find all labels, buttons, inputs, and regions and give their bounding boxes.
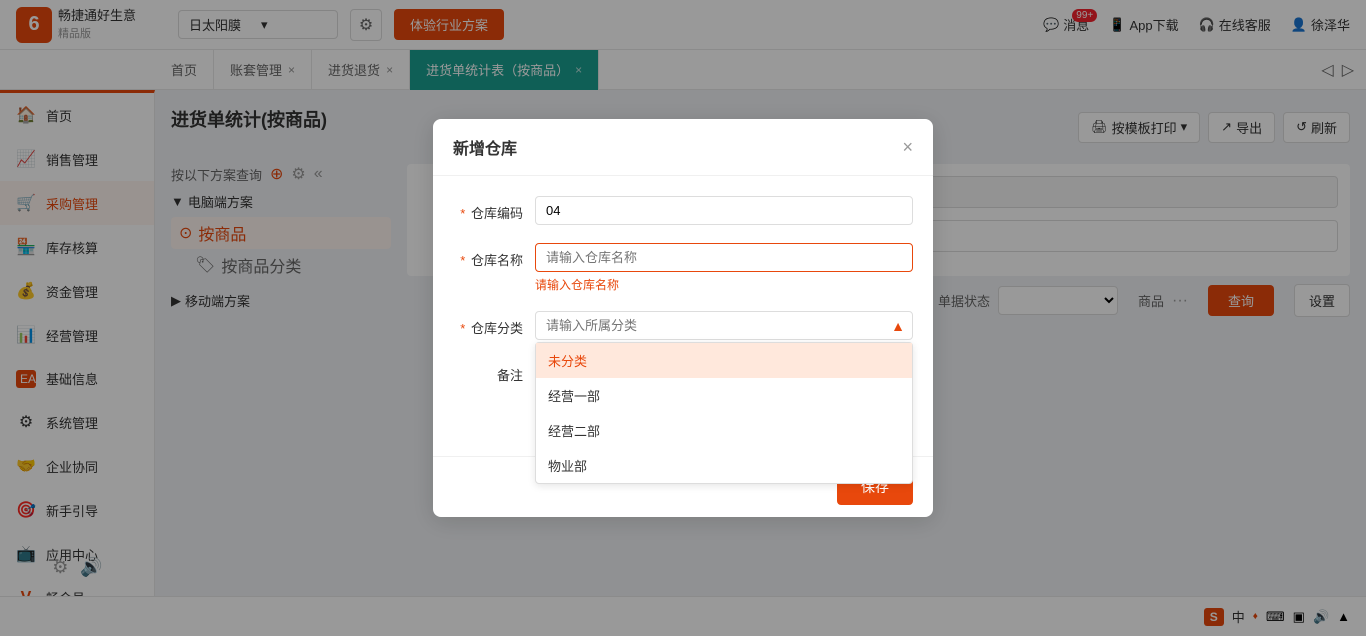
dropdown-item-uncategorized[interactable]: 未分类 bbox=[536, 343, 912, 378]
note-label: 备注 bbox=[453, 358, 523, 384]
category-dropdown-wrapper: ▲ 未分类 经营一部 经营二部 物业部 bbox=[535, 311, 913, 340]
code-label: * 仓库编码 bbox=[453, 196, 523, 222]
name-input[interactable] bbox=[535, 243, 913, 272]
modal-header: 新增仓库 × bbox=[433, 119, 933, 176]
modal-overlay: 新增仓库 × * 仓库编码 * 仓库名称 请输入仓库名称 bbox=[0, 0, 1366, 636]
dropdown-item-dept1[interactable]: 经营一部 bbox=[536, 378, 912, 413]
modal-body: * 仓库编码 * 仓库名称 请输入仓库名称 * bbox=[433, 176, 933, 456]
category-dropdown-list: 未分类 经营一部 经营二部 物业部 bbox=[535, 342, 913, 484]
warehouse-name-field: * 仓库名称 请输入仓库名称 bbox=[453, 243, 913, 293]
modal-close-button[interactable]: × bbox=[902, 137, 913, 158]
dropdown-item-dept3[interactable]: 物业部 bbox=[536, 448, 912, 483]
code-input[interactable] bbox=[535, 196, 913, 225]
name-error-msg: 请输入仓库名称 bbox=[535, 276, 913, 293]
warehouse-code-field: * 仓库编码 bbox=[453, 196, 913, 225]
name-label: * 仓库名称 bbox=[453, 243, 523, 269]
modal-title: 新增仓库 bbox=[453, 135, 517, 159]
warehouse-category-field: * 仓库分类 ▲ 未分类 经营一部 经营二部 物业部 bbox=[453, 311, 913, 340]
modal-add-warehouse: 新增仓库 × * 仓库编码 * 仓库名称 请输入仓库名称 bbox=[433, 119, 933, 517]
category-dropdown-arrow[interactable]: ▲ bbox=[891, 318, 905, 334]
category-input[interactable] bbox=[535, 311, 913, 340]
dropdown-item-dept2[interactable]: 经营二部 bbox=[536, 413, 912, 448]
category-label: * 仓库分类 bbox=[453, 311, 523, 337]
